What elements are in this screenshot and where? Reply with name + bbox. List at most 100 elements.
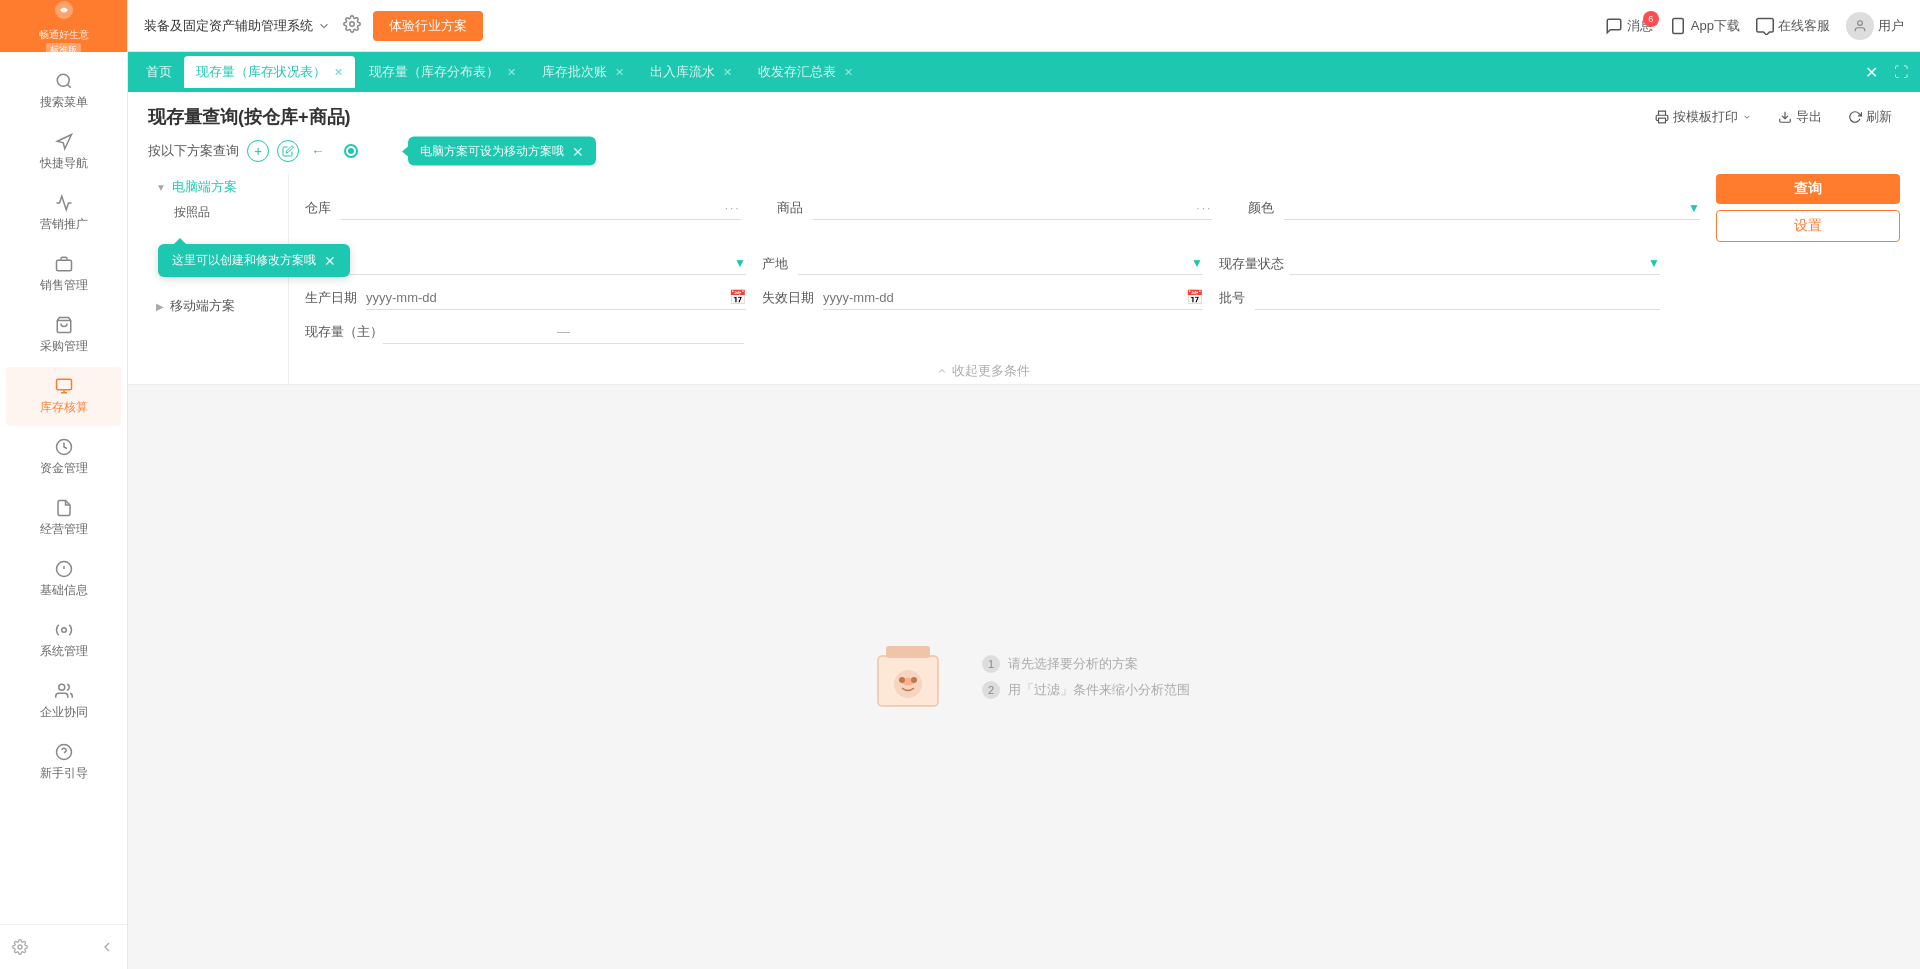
app-download-btn[interactable]: App下载 [1669,17,1740,35]
desktop-scheme-item-0[interactable]: 按照品 [166,200,288,225]
collapse-btn[interactable]: 收起更多条件 [305,354,1900,384]
mobile-scheme-header[interactable]: ▶ 移动端方案 [148,293,288,319]
sidebar-label-marketing: 营销推广 [40,216,88,233]
print-arrow-icon [1742,112,1752,122]
refresh-btn[interactable]: 刷新 [1840,104,1900,130]
sidebar-item-system[interactable]: 系统管理 [6,611,121,670]
collapse-sidebar-btn[interactable] [93,933,121,961]
app-download-label: App下载 [1691,17,1740,35]
goods-label: 商品 [777,199,807,217]
mobile-scheme-section: ▶ 移动端方案 [148,293,288,319]
goods-dots[interactable]: ··· [1196,201,1212,215]
mobile-arrow-icon: ▶ [156,301,164,312]
tab-inventory-batch[interactable]: 库存批次账 ✕ [530,56,636,88]
stock-qty-field: 现存量（主） — [305,320,837,344]
tab-inventory-batch-label: 库存批次账 [542,63,607,81]
sidebar-item-management[interactable]: 经营管理 [6,489,121,548]
scheme-tooltip-close[interactable]: ✕ [572,143,584,159]
print-icon [1655,110,1669,124]
sidebar-item-info[interactable]: 基础信息 [6,550,121,609]
tab-inventory-status-close[interactable]: ✕ [334,66,343,79]
tab-inventory-status[interactable]: 现存量（库存状况表） ✕ [184,56,355,88]
collapse-label: 收起更多条件 [952,362,1030,380]
industry-btn[interactable]: 体验行业方案 [373,11,483,41]
tab-inventory-flow-close[interactable]: ✕ [723,66,732,79]
tab-inventory-dist-close[interactable]: ✕ [507,66,516,79]
tab-inventory-dist[interactable]: 现存量（库存分布表） ✕ [357,56,528,88]
app-name: 畅通好生意 [39,28,89,42]
print-label: 按模板打印 [1673,108,1738,126]
tab-inventory-summary-label: 收发存汇总表 [758,63,836,81]
empty-illustration-area: 1 请先选择要分析的方案 2 用「过滤」条件来缩小分析范围 [858,626,1190,729]
sidebar-item-marketing[interactable]: 营销推广 [6,184,121,243]
produce-date-input[interactable] [366,290,725,305]
svg-point-11 [58,684,64,690]
sidebar-item-navigate[interactable]: 快捷导航 [6,123,121,182]
tab-inventory-summary-close[interactable]: ✕ [844,66,853,79]
tab-inventory-batch-close[interactable]: ✕ [615,66,624,79]
messages-btn[interactable]: 消息 6 [1605,17,1653,35]
origin-arrow-icon: ▼ [1191,256,1203,270]
svg-point-14 [18,945,22,949]
tab-home[interactable]: 首页 [136,56,182,88]
sidebar-item-search[interactable]: 搜索菜单 [6,62,121,121]
svg-point-18 [1858,20,1863,25]
print-btn[interactable]: 按模板打印 [1647,104,1760,130]
action-buttons: 查询 设置 [1716,174,1900,242]
sidebar-item-guide[interactable]: 新手引导 [6,733,121,792]
create-tooltip-close[interactable]: ✕ [324,253,336,269]
tip-text-2: 用「过滤」条件来缩小分析范围 [1008,681,1190,699]
stock-status-field: 现存量状态 ▼ [1219,252,1660,275]
empty-svg [858,626,958,726]
desktop-scheme-label: 电脑端方案 [172,178,237,196]
settings-icon[interactable] [343,15,361,36]
close-all-tabs-btn[interactable]: ✕ [1861,61,1882,84]
expire-date-cal-icon[interactable]: 📅 [1186,289,1203,305]
empty-tip-1: 1 请先选择要分析的方案 [982,655,1190,673]
batch-no-label: 批号 [1219,289,1249,307]
desktop-arrow-icon: ▼ [156,182,166,193]
desktop-scheme-header[interactable]: ▼ 电脑端方案 [148,174,288,200]
stock-qty-max[interactable] [576,324,744,339]
page-title: 现存量查询(按仓库+商品) [148,105,351,129]
sidebar-label-navigate: 快捷导航 [40,155,88,172]
query-btn[interactable]: 查询 [1716,174,1900,204]
sidebar-item-sales[interactable]: 销售管理 [6,245,121,304]
sidebar-label-search: 搜索菜单 [40,94,88,111]
warehouse-dots[interactable]: ··· [725,201,741,215]
produce-date-cal-icon[interactable]: 📅 [729,289,746,305]
expire-date-input[interactable] [823,290,1182,305]
sidebar-item-collaborate[interactable]: 企业协同 [6,672,121,731]
batch-no-input[interactable] [1255,286,1660,310]
sidebar-label-purchase: 采购管理 [40,338,88,355]
add-scheme-btn[interactable]: + [247,140,269,162]
sidebar-label-inventory: 库存核算 [40,399,88,416]
edit-scheme-btn[interactable] [277,140,299,162]
settings-bottom-btn[interactable] [6,933,34,961]
mobile-scheme-label: 移动端方案 [170,297,235,315]
user-area[interactable]: 用户 [1846,12,1904,40]
stock-qty-min[interactable] [383,324,551,339]
color-dropdown-arrow[interactable]: ▼ [1688,201,1700,215]
color-field: 颜色 ▼ [1248,197,1700,220]
export-btn[interactable]: 导出 [1770,104,1830,130]
online-support-btn[interactable]: 在线客服 [1756,17,1830,35]
origin-field: 产地 ▼ [762,252,1203,275]
sidebar-label-collaborate: 企业协同 [40,704,88,721]
sidebar-label-info: 基础信息 [40,582,88,599]
tab-inventory-dist-label: 现存量（库存分布表） [369,63,499,81]
settings-btn[interactable]: 设置 [1716,210,1900,242]
back-btn[interactable]: ← [307,140,329,162]
system-selector[interactable]: 装备及固定资产辅助管理系统 [144,17,331,35]
sidebar-item-inventory[interactable]: 库存核算 [6,367,121,426]
sidebar-item-finance[interactable]: 资金管理 [6,428,121,487]
expire-date-label: 失效日期 [762,289,817,307]
create-tooltip-arrow [174,238,186,244]
fullscreen-btn[interactable]: ⛶ [1890,62,1912,82]
sidebar-item-purchase[interactable]: 采购管理 [6,306,121,365]
svg-rect-22 [886,646,930,658]
tab-inventory-flow[interactable]: 出入库流水 ✕ [638,56,744,88]
tab-inventory-summary[interactable]: 收发存汇总表 ✕ [746,56,865,88]
scheme-tooltip-text: 电脑方案可设为移动方案哦 [420,143,564,160]
svg-point-15 [350,22,355,27]
